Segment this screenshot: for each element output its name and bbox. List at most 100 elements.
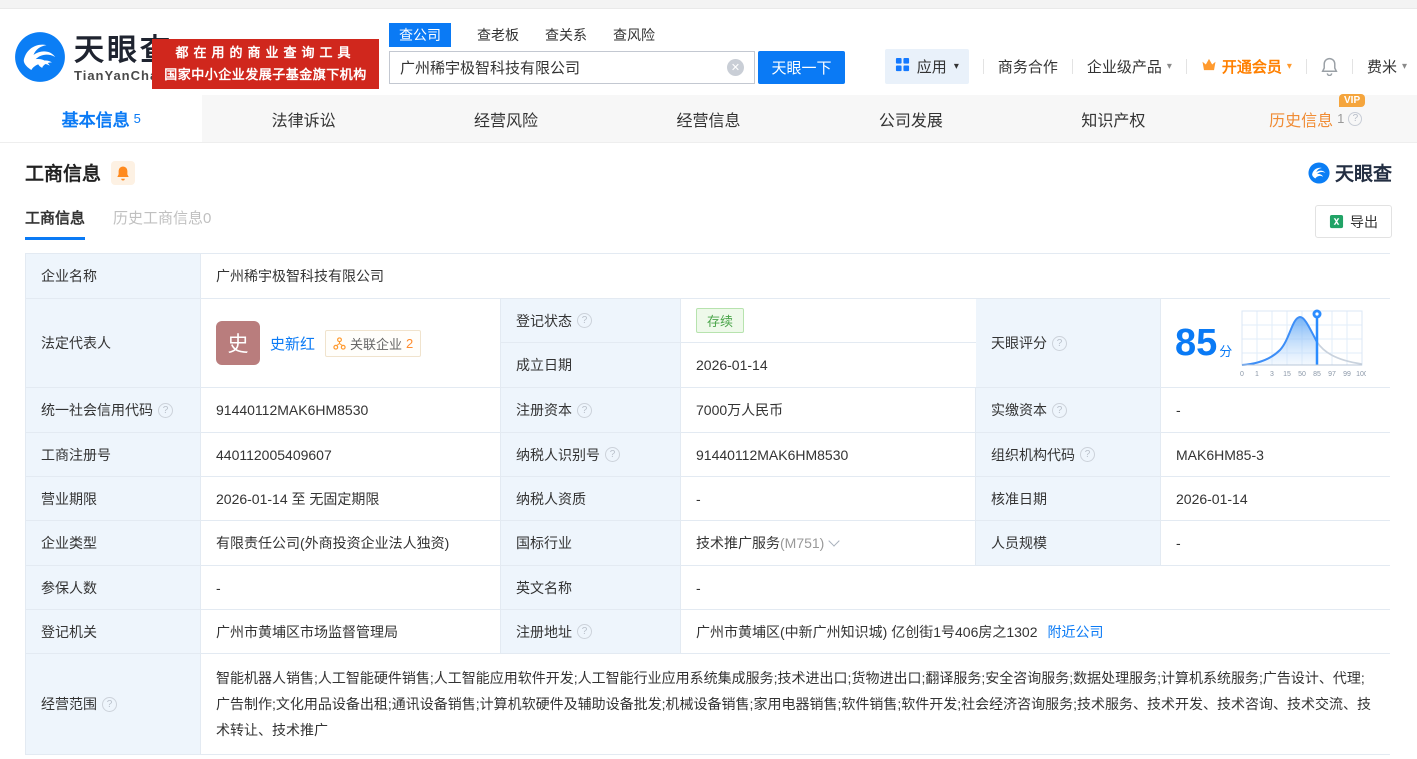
legal-rep-link[interactable]: 史新红	[270, 333, 315, 354]
banner-line2: 国家中小企业发展子基金旗下机构	[152, 64, 379, 86]
industry-value: 技术推广服务 (M751)	[681, 521, 976, 565]
svg-text:15: 15	[1283, 371, 1291, 378]
top-bar: 天眼查 TianYanCha.com 都在用的商业查询工具 国家中小企业发展子基…	[0, 9, 1417, 95]
search-input[interactable]	[400, 59, 727, 76]
search-tab-company[interactable]: 查公司	[389, 23, 451, 47]
subtab-business-info[interactable]: 工商信息	[25, 207, 85, 240]
export-button[interactable]: 导出	[1315, 205, 1392, 238]
svg-text:99: 99	[1343, 371, 1351, 378]
notifications-button[interactable]	[1321, 57, 1338, 76]
cooperation-label: 商务合作	[998, 56, 1058, 77]
help-icon[interactable]: ?	[158, 403, 173, 418]
industry-label: 国标行业	[501, 521, 681, 565]
chevron-down-icon: ▾	[1167, 61, 1172, 72]
help-icon[interactable]: ?	[577, 313, 592, 328]
vip-menu[interactable]: 开通会员 ▾	[1201, 56, 1292, 77]
svg-text:100: 100	[1356, 371, 1366, 378]
paid-capital-value: -	[1161, 388, 1391, 432]
score-number: 85	[1175, 324, 1217, 362]
content: 工商信息 天眼查 工商信息 历史工商信息0	[0, 159, 1417, 755]
enterprise-products-menu[interactable]: 企业级产品 ▾	[1087, 56, 1172, 77]
user-menu[interactable]: 费米 ▾	[1367, 56, 1407, 77]
est-date-value: 2026-01-14	[681, 343, 976, 387]
search-input-wrap: ✕	[389, 51, 755, 84]
company-nav-tabs: 基本信息 5 法律诉讼 经营风险 经营信息 公司发展 知识产权 历史信息 VIP…	[0, 95, 1417, 143]
table-row: 登记机关 广州市黄埔区市场监督管理局 注册地址? 广州市黄埔区(中新广州知识城)…	[26, 610, 1389, 654]
clear-search-icon[interactable]: ✕	[727, 59, 744, 76]
search-tab-risk[interactable]: 查风险	[613, 25, 655, 45]
svg-text:97: 97	[1328, 371, 1336, 378]
chevron-down-icon[interactable]	[829, 535, 840, 546]
top-strip	[0, 0, 1417, 9]
subtabs-row: 工商信息 历史工商信息0 导出	[25, 204, 1392, 240]
org-code-value: MAK6HM85-3	[1161, 433, 1391, 476]
reg-capital-value: 7000万人民币	[681, 388, 976, 432]
business-scope-label: 经营范围?	[26, 654, 201, 754]
table-row: 企业类型 有限责任公司(外商投资企业法人独资) 国标行业 技术推广服务 (M75…	[26, 521, 1389, 566]
search-tab-boss[interactable]: 查老板	[477, 25, 519, 45]
top-menu: 应用 ▾ 商务合作 企业级产品 ▾ 开通会员 ▾	[885, 49, 1407, 84]
related-count: 2	[406, 336, 413, 351]
section-title: 工商信息	[25, 159, 101, 186]
taxpayer-id-label: 纳税人识别号?	[501, 433, 681, 476]
watermark-logo: 天眼查	[1308, 159, 1392, 186]
english-name-label: 英文名称	[501, 566, 681, 609]
help-icon[interactable]: ?	[1348, 112, 1362, 126]
tab-operation-info[interactable]: 经营信息	[607, 95, 809, 142]
help-icon[interactable]: ?	[1080, 447, 1095, 462]
cooperation-menu[interactable]: 商务合作	[998, 56, 1058, 77]
search-button[interactable]: 天眼一下	[758, 51, 845, 84]
nearby-companies-link[interactable]: 附近公司	[1048, 622, 1104, 642]
tab-basic-info[interactable]: 基本信息 5	[0, 95, 202, 142]
username-label: 费米	[1367, 56, 1397, 77]
tab-legal-proceedings[interactable]: 法律诉讼	[202, 95, 404, 142]
grid-icon	[895, 57, 910, 76]
bell-icon	[1321, 57, 1338, 76]
related-companies-badge[interactable]: 关联企业 2	[325, 330, 421, 357]
term-label: 营业期限	[26, 477, 201, 520]
company-type-value: 有限责任公司(外商投资企业法人独资)	[201, 521, 501, 565]
tab-count: 5	[134, 111, 141, 126]
tab-company-development[interactable]: 公司发展	[810, 95, 1012, 142]
status-date-subgrid: 登记状态? 存续 成立日期 2026-01-14	[501, 299, 976, 387]
subtab-history-business-info[interactable]: 历史工商信息0	[113, 207, 211, 240]
uscc-value: 91440112MAK6HM8530	[201, 388, 501, 432]
table-row: 统一社会信用代码? 91440112MAK6HM8530 注册资本? 7000万…	[26, 388, 1389, 433]
export-label: 导出	[1350, 212, 1378, 232]
taxpayer-quality-value: -	[681, 477, 976, 520]
reg-authority-value: 广州市黄埔区市场监督管理局	[201, 610, 501, 653]
tab-label: 法律诉讼	[272, 107, 336, 131]
tab-intellectual-property[interactable]: 知识产权	[1012, 95, 1214, 142]
logo-swirl-icon	[1308, 162, 1330, 184]
banner-line1: 都在用的商业查询工具	[152, 42, 379, 64]
term-value: 2026-01-14 至 无固定期限	[201, 477, 501, 520]
search-tab-relation[interactable]: 查关系	[545, 25, 587, 45]
svg-text:1: 1	[1255, 371, 1259, 378]
help-icon[interactable]: ?	[1052, 403, 1067, 418]
status-badge: 存续	[696, 308, 744, 333]
vip-badge: VIP	[1339, 94, 1365, 107]
industry-code: (M751)	[780, 535, 824, 551]
help-icon[interactable]: ?	[577, 624, 592, 639]
subscribe-bell-button[interactable]	[111, 161, 135, 185]
est-date-label: 成立日期	[501, 343, 681, 387]
score-unit: 分	[1219, 341, 1232, 360]
help-icon[interactable]: ?	[1052, 336, 1067, 351]
apps-menu[interactable]: 应用 ▾	[885, 49, 969, 84]
taxpayer-id-value: 91440112MAK6HM8530	[681, 433, 976, 476]
help-icon[interactable]: ?	[102, 697, 117, 712]
taxpayer-quality-label: 纳税人资质	[501, 477, 681, 520]
tab-history-info[interactable]: 历史信息 VIP 1 ?	[1215, 95, 1417, 142]
svg-text:0: 0	[1240, 371, 1244, 378]
table-row: 法定代表人 史 史新红 关联企业 2	[26, 299, 1389, 388]
menu-divider	[983, 59, 984, 74]
org-network-icon	[333, 337, 346, 350]
related-label: 关联企业	[350, 334, 402, 353]
approval-date-label: 核准日期	[976, 477, 1161, 520]
help-icon[interactable]: ?	[577, 403, 592, 418]
tab-label: 公司发展	[879, 107, 943, 131]
tab-operation-risk[interactable]: 经营风险	[405, 95, 607, 142]
section-head: 工商信息 天眼查	[25, 159, 1392, 186]
help-icon[interactable]: ?	[605, 447, 620, 462]
legal-rep-avatar[interactable]: 史	[216, 321, 260, 365]
